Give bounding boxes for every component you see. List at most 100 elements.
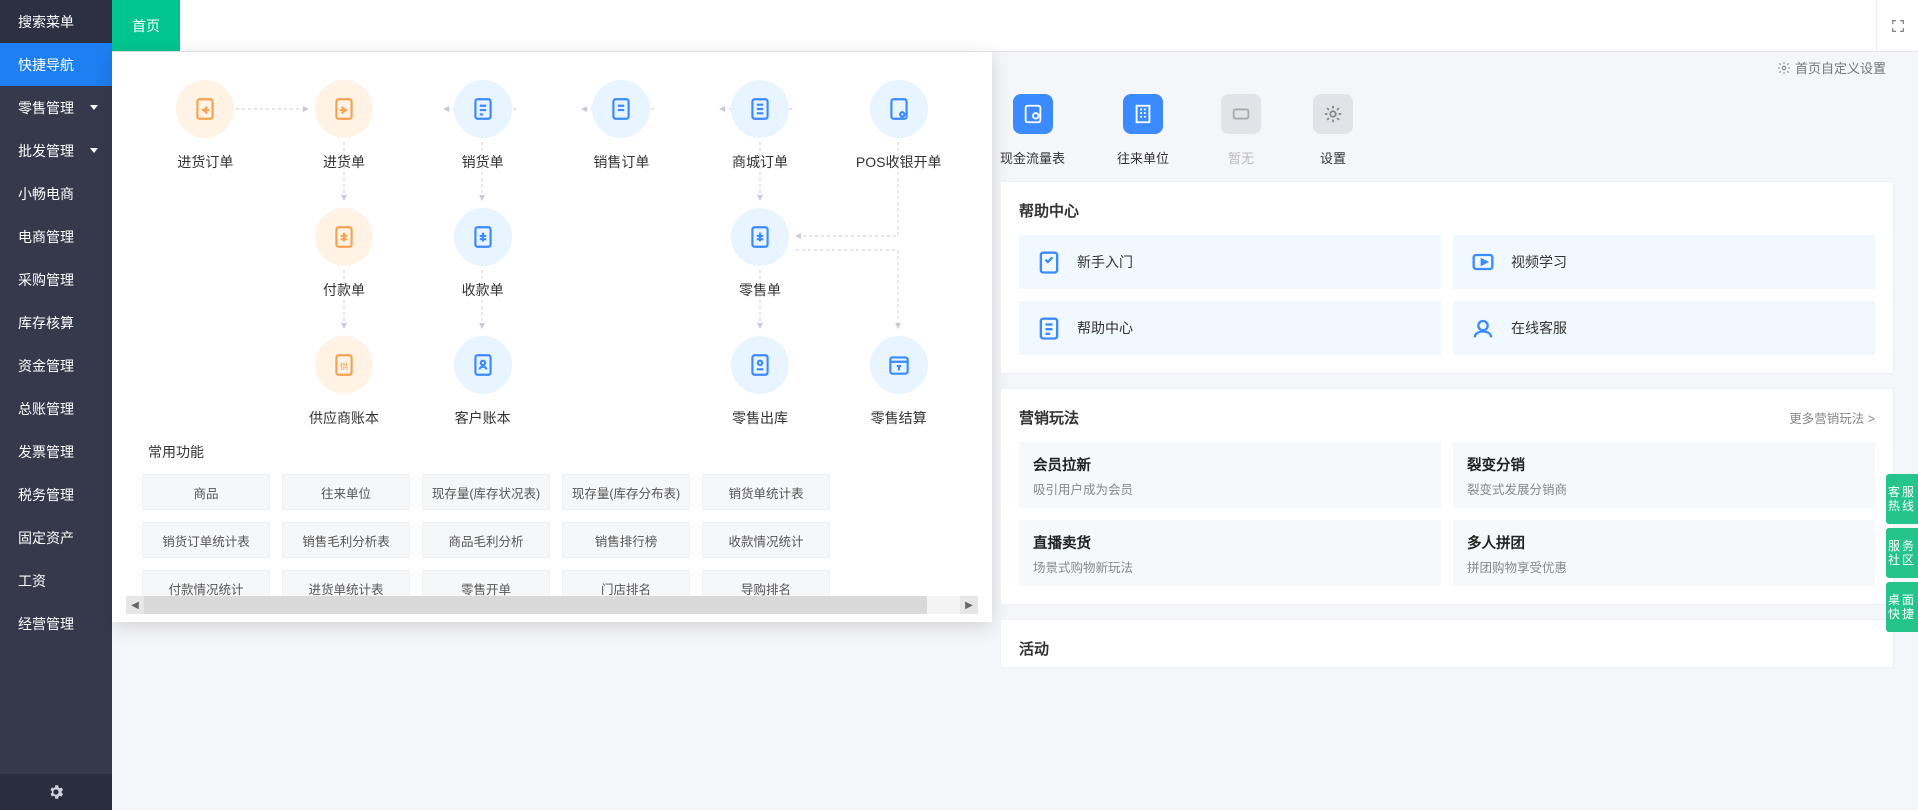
float-stack: 客服热线 服务社区 桌面快捷 <box>1886 474 1918 636</box>
chip-gross-profit[interactable]: 销售毛利分析表 <box>282 522 410 558</box>
doc-icon <box>1035 314 1063 342</box>
flow-retail-bill[interactable]: 零售单 <box>691 208 830 308</box>
fullscreen-button[interactable] <box>1876 0 1918 51</box>
sidebar-item-xiaochang[interactable]: 小畅电商 <box>0 172 112 215</box>
list-icon <box>747 96 773 122</box>
promo-group[interactable]: 多人拼团拼团购物享受优惠 <box>1453 520 1875 586</box>
out-icon <box>747 352 773 378</box>
chip-salesorder-stat[interactable]: 销货订单统计表 <box>142 522 270 558</box>
topbar: 首页 <box>112 0 1918 52</box>
activity-card: 活动 <box>1000 619 1894 668</box>
help-center[interactable]: 帮助中心 <box>1019 301 1441 355</box>
flow-retail-out[interactable]: 零售出库 <box>691 336 830 436</box>
sidebar-item-search[interactable]: 搜索菜单 <box>0 0 112 43</box>
flow-customer-book[interactable]: 客户账本 <box>413 336 552 436</box>
tab-home[interactable]: 首页 <box>112 0 180 51</box>
tool-empty: 暂无 <box>1221 94 1261 167</box>
float-desktop[interactable]: 桌面快捷 <box>1886 582 1918 632</box>
customer-icon <box>470 352 496 378</box>
promo-live[interactable]: 直播卖货场景式购物新玩法 <box>1019 520 1441 586</box>
common-functions-title: 常用功能 <box>148 442 968 462</box>
gear-icon <box>1777 61 1791 75</box>
supplier-icon: 供 <box>331 352 357 378</box>
gear-icon <box>1322 103 1344 125</box>
chip-partners[interactable]: 往来单位 <box>282 474 410 510</box>
flow-purchase-order[interactable]: 进货订单 <box>136 80 275 180</box>
sidebar-item-funds[interactable]: 资金管理 <box>0 344 112 387</box>
tool-cashflow[interactable]: 现金流量表 <box>1000 94 1065 167</box>
tool-settings[interactable]: 设置 <box>1313 94 1353 167</box>
promo-fission[interactable]: 裂变分销裂变式发展分销商 <box>1453 442 1875 508</box>
chip-stock-dist[interactable]: 现存量(库存分布表) <box>562 474 690 510</box>
sidebar-item-assets[interactable]: 固定资产 <box>0 516 112 559</box>
promo-card: 营销玩法 更多营销玩法 > 会员拉新吸引用户成为会员 裂变分销裂变式发展分销商 … <box>1000 388 1894 605</box>
sidebar-settings[interactable] <box>0 774 112 810</box>
common-functions: 商品 往来单位 现存量(库存状况表) 现存量(库存分布表) 销货单统计表 销货订… <box>136 474 968 606</box>
sidebar-item-salary[interactable]: 工资 <box>0 559 112 602</box>
quicknav-flyout: 进货订单 进货单 销货单 销售订单 商城订单 POS收银开单 付款单 收款单 零… <box>112 52 992 622</box>
help-newbie[interactable]: 新手入门 <box>1019 235 1441 289</box>
flow-mall-order[interactable]: 商城订单 <box>691 80 830 180</box>
sidebar-item-wholesale[interactable]: 批发管理 <box>0 129 112 172</box>
svg-text:供: 供 <box>340 360 349 371</box>
sidebar-item-inventory[interactable]: 库存核算 <box>0 301 112 344</box>
right-area: 首页自定义设置 现金流量表 往来单位 暂无 设置 帮助中心 新手入门 视频学习 … <box>1000 52 1906 810</box>
doc-in-icon <box>192 96 218 122</box>
video-icon <box>1469 248 1497 276</box>
home-customize-link[interactable]: 首页自定义设置 <box>1777 58 1886 77</box>
yen-icon <box>331 224 357 250</box>
sidebar-item-retail[interactable]: 零售管理 <box>0 86 112 129</box>
flow-payment[interactable]: 付款单 <box>275 208 414 308</box>
calendar-yen-icon <box>886 352 912 378</box>
chip-sales-stat[interactable]: 销货单统计表 <box>702 474 830 510</box>
scroll-right-icon[interactable]: ▶ <box>960 596 978 614</box>
chip-product[interactable]: 商品 <box>142 474 270 510</box>
help-service[interactable]: 在线客服 <box>1453 301 1875 355</box>
flow-sales-order[interactable]: 销售订单 <box>552 80 691 180</box>
sidebar-item-purchase[interactable]: 采购管理 <box>0 258 112 301</box>
list-check-icon <box>470 96 496 122</box>
doc-icon <box>608 96 634 122</box>
flow-grid: 进货订单 进货单 销货单 销售订单 商城订单 POS收银开单 付款单 收款单 零… <box>136 80 968 436</box>
flow-sales-bill[interactable]: 销货单 <box>413 80 552 180</box>
yen-icon <box>470 224 496 250</box>
sidebar-item-tax[interactable]: 税务管理 <box>0 473 112 516</box>
help-title: 帮助中心 <box>1019 200 1875 221</box>
promo-more-link[interactable]: 更多营销玩法 > <box>1789 408 1875 427</box>
yen-icon <box>747 224 773 250</box>
chip-receipt-stat[interactable]: 收款情况统计 <box>702 522 830 558</box>
flow-retail-settle[interactable]: 零售结算 <box>829 336 968 436</box>
sidebar-item-management[interactable]: 经营管理 <box>0 602 112 645</box>
doc-out-icon <box>331 96 357 122</box>
float-hotline[interactable]: 客服热线 <box>1886 474 1918 524</box>
tool-partners[interactable]: 往来单位 <box>1117 94 1169 167</box>
report-icon <box>1022 103 1044 125</box>
chip-stock-status[interactable]: 现存量(库存状况表) <box>422 474 550 510</box>
promo-title: 营销玩法 <box>1019 407 1079 428</box>
headset-icon <box>1469 314 1497 342</box>
sidebar-item-ledger[interactable]: 总账管理 <box>0 387 112 430</box>
chip-product-profit[interactable]: 商品毛利分析 <box>422 522 550 558</box>
float-community[interactable]: 服务社区 <box>1886 528 1918 578</box>
scroll-left-icon[interactable]: ◀ <box>126 596 144 614</box>
flow-pos-open[interactable]: POS收银开单 <box>829 80 968 180</box>
building-icon <box>1132 103 1154 125</box>
placeholder-icon <box>1230 103 1252 125</box>
sidebar-item-invoice[interactable]: 发票管理 <box>0 430 112 473</box>
flow-receipt[interactable]: 收款单 <box>413 208 552 308</box>
promo-member[interactable]: 会员拉新吸引用户成为会员 <box>1019 442 1441 508</box>
receipt-icon <box>886 96 912 122</box>
sidebar-item-quicknav[interactable]: 快捷导航 <box>0 43 112 86</box>
activity-title: 活动 <box>1019 638 1875 659</box>
clipboard-icon <box>1035 248 1063 276</box>
flow-supplier-book[interactable]: 供供应商账本 <box>275 336 414 436</box>
help-card: 帮助中心 新手入门 视频学习 帮助中心 在线客服 <box>1000 181 1894 374</box>
tool-row: 现金流量表 往来单位 暂无 设置 <box>1000 94 1894 167</box>
flyout-scrollbar[interactable]: ◀ ▶ <box>126 596 978 614</box>
chip-sales-rank[interactable]: 销售排行榜 <box>562 522 690 558</box>
fullscreen-icon <box>1890 18 1906 34</box>
help-video[interactable]: 视频学习 <box>1453 235 1875 289</box>
flow-purchase-bill[interactable]: 进货单 <box>275 80 414 180</box>
sidebar-item-ecommerce[interactable]: 电商管理 <box>0 215 112 258</box>
sidebar: 搜索菜单 快捷导航 零售管理 批发管理 小畅电商 电商管理 采购管理 库存核算 … <box>0 0 112 810</box>
